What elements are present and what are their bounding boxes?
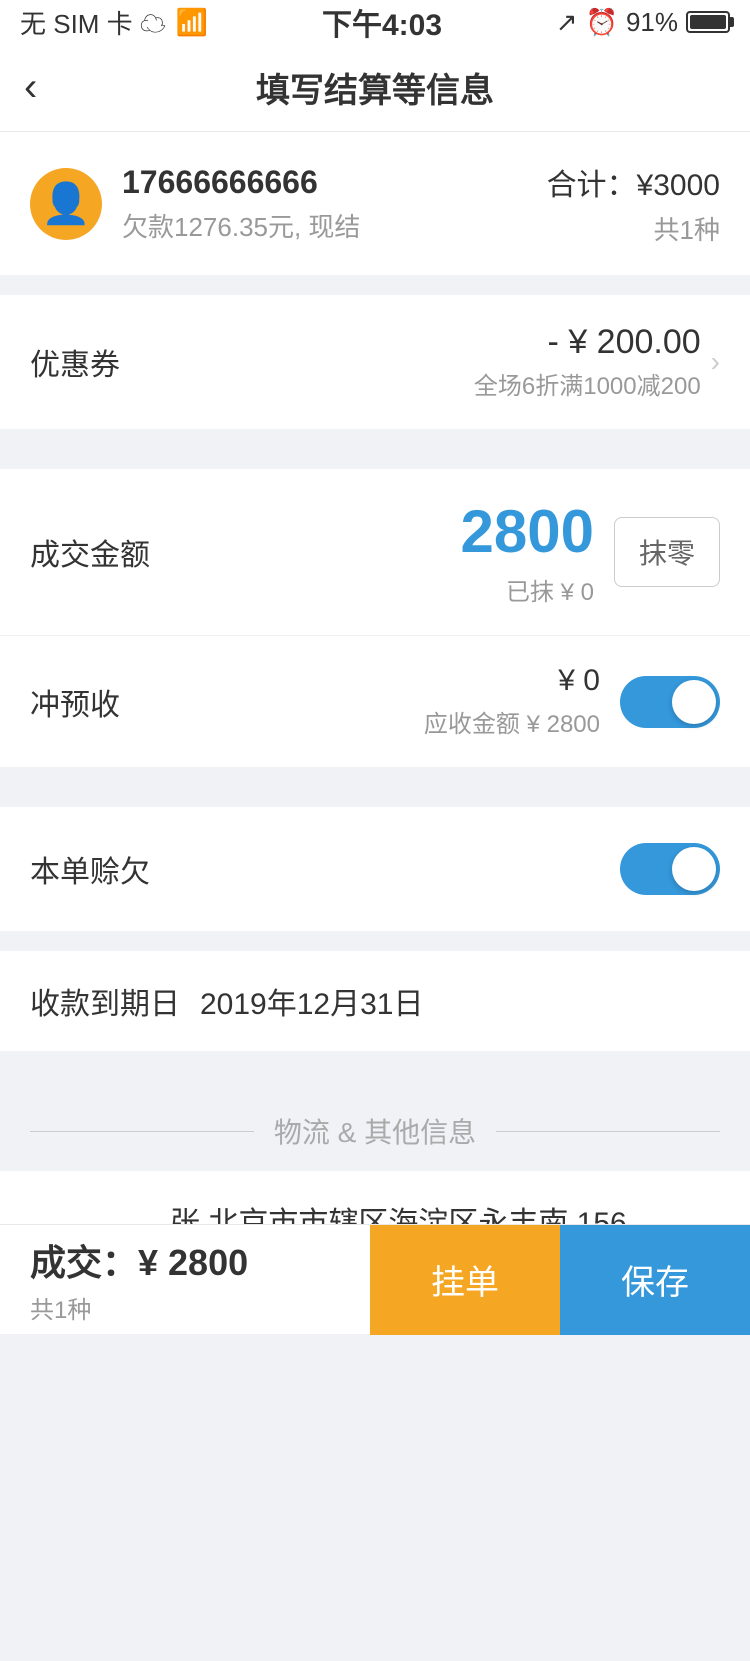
transaction-section: 成交金额 2800 已抹 ¥ 0 抹零 冲预收 ¥ 0 应收金额 ¥ 2800 [0,469,750,767]
prepay-value-wrap: ¥ 0 应收金额 ¥ 2800 [424,664,600,739]
section-divider-2 [0,787,750,807]
wifi-icon: 📶 [176,7,208,38]
avatar-icon: 👤 [41,180,91,227]
amount-label: 成交金额 [30,530,150,574]
customer-count: 共1种 [547,210,720,247]
bottom-bar: 成交：¥ 2800 共1种 挂单 保存 [0,1224,750,1334]
prepay-toggle[interactable] [620,676,720,728]
customer-debt: 欠款1276.35元, 现结 [122,207,360,244]
customer-phone: 17666666666 [122,164,360,201]
nav-bar: ‹ 填写结算等信息 [0,44,750,132]
alarm-icon: ⏰ [586,7,618,38]
coupon-row[interactable]: 优惠券 - ¥ 200.00 全场6折满1000减200 › [0,295,750,429]
coupon-amount: - ¥ 200.00 [474,323,701,362]
coupon-label: 优惠券 [30,340,120,384]
due-date-value: 2019年12月31日 [200,979,423,1023]
customer-row: 👤 17666666666 欠款1276.35元, 现结 合计：¥3000 共1… [0,132,750,275]
location-icon: ↗ [556,7,578,38]
logistics-label: 物流 & 其他信息 [274,1111,476,1151]
logistics-line-left [30,1131,254,1132]
battery-icon [686,11,730,33]
coupon-desc: 全场6折满1000减200 [474,366,701,401]
due-date-label: 收款到期日 [30,979,180,1023]
bottom-summary: 成交：¥ 2800 共1种 [0,1234,370,1325]
amount-row: 成交金额 2800 已抹 ¥ 0 抹零 [0,469,750,635]
bottom-deal-amount: 成交：¥ 2800 [30,1234,340,1286]
debt-toggle-knob [672,847,716,891]
customer-info: 17666666666 欠款1276.35元, 现结 [122,164,360,244]
back-button[interactable]: ‹ [24,65,37,110]
sim-text: 无 SIM 卡 ☁ [20,4,166,41]
logistics-divider: 物流 & 其他信息 [0,1091,750,1171]
logistics-line-right [496,1131,720,1132]
due-date-row: 收款到期日 2019年12月31日 [0,951,750,1051]
transaction-amount: 2800 [461,497,594,566]
status-bar: 无 SIM 卡 ☁ 📶 下午4:03 ↗ ⏰ 91% [0,0,750,44]
status-right: ↗ ⏰ 91% [556,7,730,38]
status-left: 无 SIM 卡 ☁ 📶 [20,4,208,41]
avatar: 👤 [30,168,102,240]
content-area: 👤 17666666666 欠款1276.35元, 现结 合计：¥3000 共1… [0,132,750,1661]
debt-toggle[interactable] [620,843,720,895]
prepay-row: 冲预收 ¥ 0 应收金额 ¥ 2800 [0,635,750,767]
bottom-count: 共1种 [30,1290,340,1325]
prepay-amount: ¥ 0 [424,664,600,698]
debt-label: 本单赊欠 [30,847,150,891]
section-divider-3 [0,1071,750,1091]
customer-total: 合计：¥3000 [547,160,720,204]
battery-percent: 91% [626,7,678,38]
prepay-receivable: 应收金额 ¥ 2800 [424,704,600,739]
coupon-arrow-icon: › [711,346,720,378]
customer-right: 合计：¥3000 共1种 [547,160,720,247]
status-time: 下午4:03 [322,0,442,44]
already-round-text: 已抹 ¥ 0 [461,572,594,607]
coupon-right-text: - ¥ 200.00 全场6折满1000减200 [474,323,701,401]
section-divider-1 [0,449,750,469]
amount-right: 2800 已抹 ¥ 0 抹零 [461,497,721,607]
hang-button[interactable]: 挂单 [370,1225,560,1335]
prepay-right: ¥ 0 应收金额 ¥ 2800 [424,664,720,739]
customer-left: 👤 17666666666 欠款1276.35元, 现结 [30,164,360,244]
deal-prefix: 成交： [30,1242,138,1283]
coupon-right: - ¥ 200.00 全场6折满1000减200 › [474,323,720,401]
deal-amount-value: ¥ 2800 [138,1242,248,1283]
page-title: 填写结算等信息 [256,63,494,112]
gray-area [0,1341,750,1541]
battery-fill [690,15,726,29]
amount-value-wrap: 2800 已抹 ¥ 0 [461,497,594,607]
prepay-label: 冲预收 [30,680,120,724]
save-button[interactable]: 保存 [560,1225,750,1335]
round-button[interactable]: 抹零 [614,517,720,587]
debt-row: 本单赊欠 [0,807,750,931]
toggle-knob [672,680,716,724]
